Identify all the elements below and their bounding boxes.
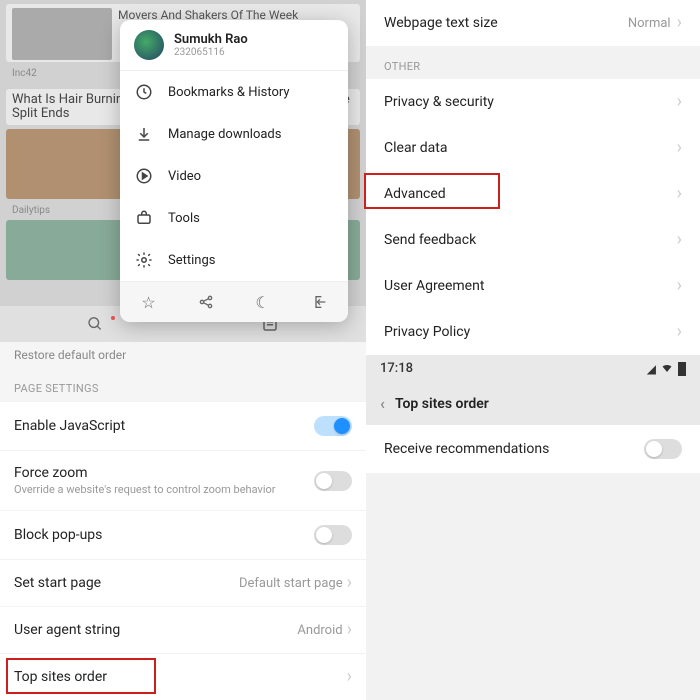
- menu-downloads[interactable]: Manage downloads: [120, 113, 348, 155]
- row-label: Receive recommendations: [384, 441, 644, 457]
- chevron-right-icon: ›: [677, 14, 682, 32]
- row-label: Webpage text size: [384, 15, 628, 31]
- row-text-size[interactable]: Webpage text size Normal ›: [366, 0, 700, 46]
- star-icon[interactable]: ☆: [139, 292, 159, 312]
- chevron-right-icon: ›: [677, 277, 682, 295]
- titlebar-label: Top sites order: [395, 396, 489, 412]
- row-recommendations[interactable]: Receive recommendations: [366, 425, 700, 473]
- wifi-icon: [660, 362, 674, 376]
- menu-tools[interactable]: Tools: [120, 197, 348, 239]
- restore-link[interactable]: Restore default order: [0, 342, 366, 368]
- battery-icon: ■: [678, 362, 686, 376]
- section-header: PAGE SETTINGS: [0, 368, 366, 401]
- row-label: Block pop-ups: [14, 527, 314, 543]
- chevron-right-icon: ›: [347, 621, 352, 639]
- menu-label: Settings: [168, 253, 215, 268]
- user-name: Sumukh Rao: [174, 32, 248, 47]
- popup-header[interactable]: Sumukh Rao 232065116: [120, 20, 348, 71]
- left-settings-panel: Restore default order PAGE SETTINGS Enab…: [0, 342, 366, 700]
- play-icon: [134, 166, 154, 186]
- gear-icon: [134, 250, 154, 270]
- row-label: User Agreement: [384, 278, 677, 294]
- menu-label: Bookmarks & History: [168, 85, 290, 100]
- row-block-popups[interactable]: Block pop-ups: [0, 510, 366, 559]
- row-label: Top sites order: [14, 669, 347, 685]
- row-feedback[interactable]: Send feedback ›: [366, 217, 700, 263]
- row-label: Enable JavaScript: [14, 418, 314, 434]
- search-icon[interactable]: [87, 314, 107, 334]
- row-value: Android: [297, 623, 342, 638]
- row-label: Force zoom: [14, 465, 314, 481]
- status-time: 17:18: [380, 361, 413, 376]
- row-label: Advanced: [384, 186, 677, 202]
- back-icon[interactable]: ‹: [380, 394, 385, 413]
- avatar: [134, 30, 164, 60]
- row-force-zoom[interactable]: Force zoom Override a website's request …: [0, 450, 366, 510]
- menu-settings[interactable]: Settings: [120, 239, 348, 281]
- menu-bookmarks[interactable]: Bookmarks & History: [120, 71, 348, 113]
- chevron-right-icon: ›: [677, 185, 682, 203]
- moon-icon[interactable]: ☾: [253, 292, 273, 312]
- download-icon: [134, 124, 154, 144]
- row-user-agent[interactable]: User agent string Android ›: [0, 606, 366, 653]
- row-advanced[interactable]: Advanced ›: [366, 171, 700, 217]
- toolbox-icon: [134, 208, 154, 228]
- row-label: User agent string: [14, 622, 297, 638]
- row-policy[interactable]: Privacy Policy ›: [366, 309, 700, 355]
- row-label: Clear data: [384, 140, 677, 156]
- toggle-recommendations[interactable]: [644, 439, 682, 459]
- feed-background: Movers And Shakers Of The Week Inc42 Wha…: [0, 0, 366, 342]
- chevron-right-icon: ›: [677, 231, 682, 249]
- chevron-right-icon: ›: [677, 323, 682, 341]
- clock-icon: [134, 82, 154, 102]
- titlebar-top-sites: ‹ Top sites order: [366, 382, 700, 425]
- popup-actions: ☆ ☾: [120, 281, 348, 322]
- row-start-page[interactable]: Set start page Default start page ›: [0, 559, 366, 606]
- row-enable-javascript[interactable]: Enable JavaScript: [0, 401, 366, 450]
- menu-label: Tools: [168, 211, 200, 226]
- row-label: Privacy & security: [384, 94, 677, 110]
- row-privacy[interactable]: Privacy & security ›: [366, 79, 700, 125]
- user-id: 232065116: [174, 47, 248, 58]
- row-value: Normal: [628, 16, 671, 31]
- row-top-sites-order[interactable]: Top sites order ›: [0, 653, 366, 700]
- row-subtitle: Override a website's request to control …: [14, 483, 314, 496]
- row-label: Send feedback: [384, 232, 677, 248]
- row-value: Default start page: [239, 576, 343, 591]
- toggle-enable-js[interactable]: [314, 416, 352, 436]
- row-agreement[interactable]: User Agreement ›: [366, 263, 700, 309]
- menu-label: Manage downloads: [168, 127, 281, 142]
- menu-video[interactable]: Video: [120, 155, 348, 197]
- menu-label: Video: [168, 169, 201, 184]
- row-clear-data[interactable]: Clear data ›: [366, 125, 700, 171]
- empty-fill: [366, 473, 700, 700]
- profile-popup: Sumukh Rao 232065116 Bookmarks & History…: [120, 20, 348, 322]
- status-bar: 17:18 ◢ ■: [366, 355, 700, 382]
- feed-thumb: [12, 8, 112, 60]
- chevron-right-icon: ›: [677, 139, 682, 157]
- share-icon[interactable]: [196, 292, 216, 312]
- row-label: Set start page: [14, 575, 239, 591]
- signal-icon: ◢: [647, 362, 656, 376]
- exit-icon[interactable]: [310, 292, 330, 312]
- toggle-block-popups[interactable]: [314, 525, 352, 545]
- row-label: Privacy Policy: [384, 324, 677, 340]
- chevron-right-icon: ›: [347, 574, 352, 592]
- chevron-right-icon: ›: [347, 668, 352, 686]
- section-header: OTHER: [366, 46, 700, 79]
- toggle-force-zoom[interactable]: [314, 471, 352, 491]
- chevron-right-icon: ›: [677, 93, 682, 111]
